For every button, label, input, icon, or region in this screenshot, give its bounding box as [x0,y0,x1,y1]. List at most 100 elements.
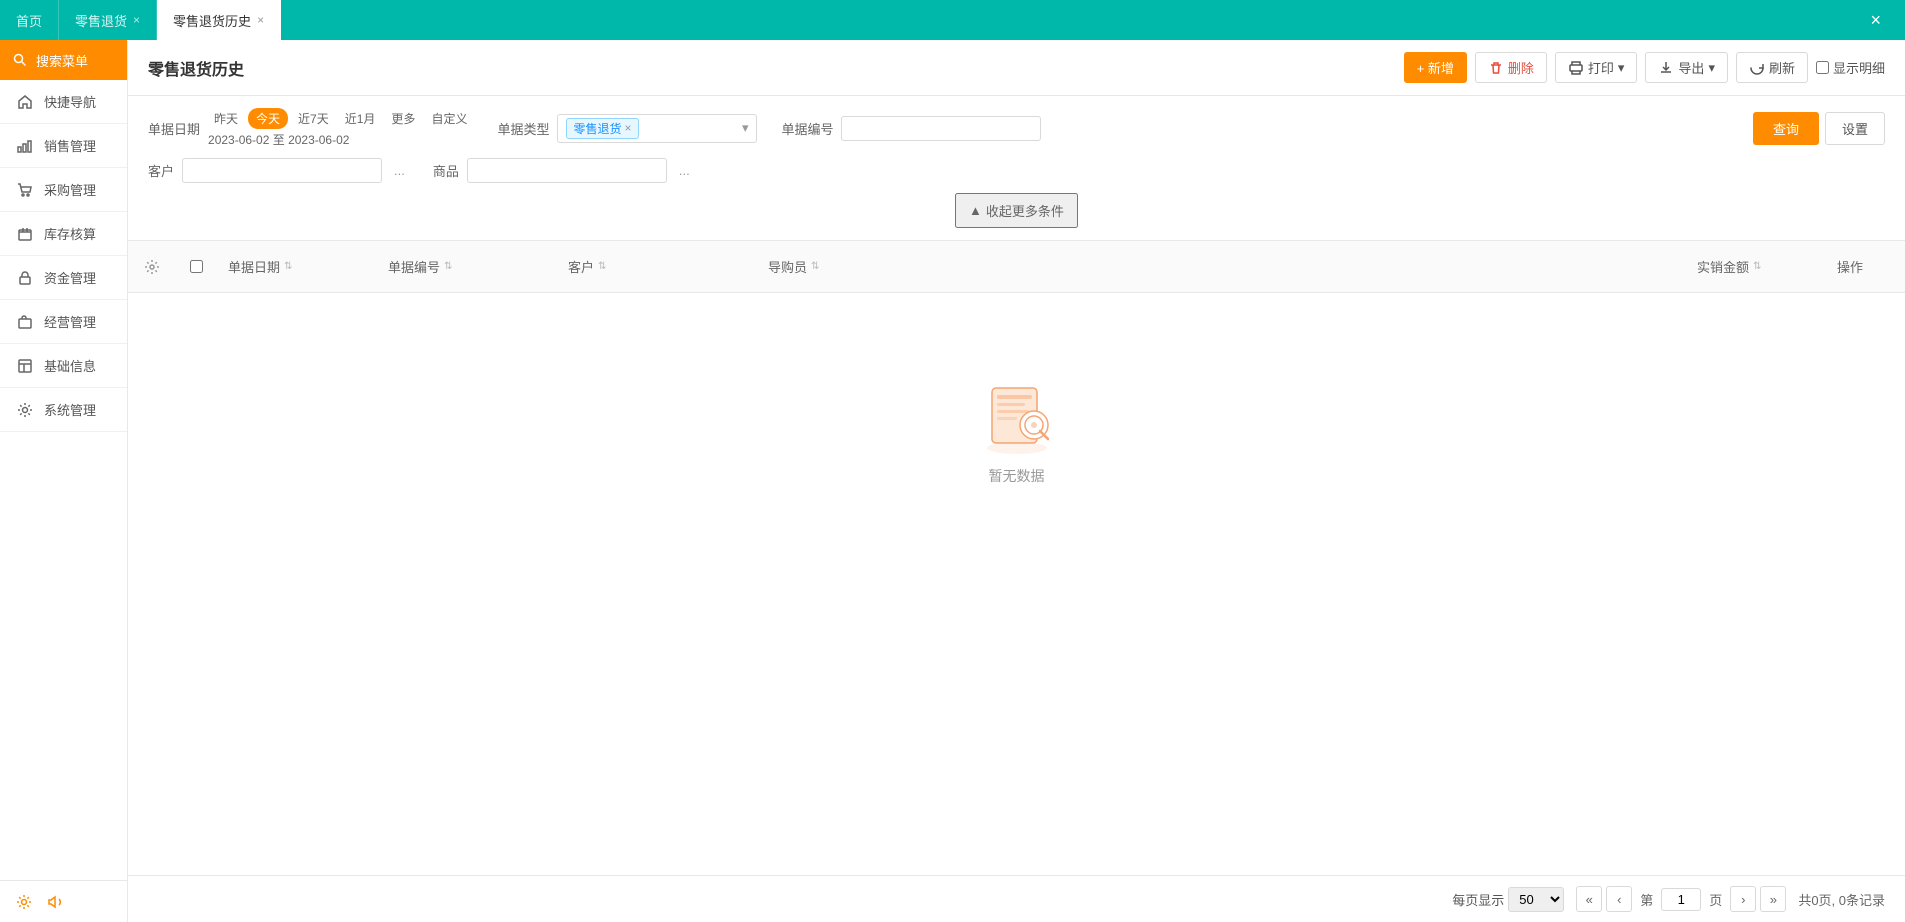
print-button[interactable]: 打印 ▾ [1555,52,1638,83]
th-action: 操作 [1825,249,1905,284]
date-filter-col: 昨天 今天 近7天 近1月 更多 自定义 2023-06-02 至 2023-0… [208,108,473,148]
th-date[interactable]: 单据日期 ⇅ [216,249,376,284]
bill-no-input[interactable] [841,116,1041,141]
tab-retail-return-history-close[interactable]: × [257,13,264,27]
filter-area: 单据日期 昨天 今天 近7天 近1月 更多 自定义 2023-06-02 至 2… [128,96,1905,241]
print-icon [1568,59,1584,76]
settings-filter-button[interactable]: 设置 [1825,112,1885,145]
tab-home[interactable]: 首页 [0,0,59,40]
tab-home-label: 首页 [16,11,42,30]
sidebar-item-sales[interactable]: 销售管理 [0,124,127,168]
empty-state: 暂无数据 [128,293,1905,566]
th-bill-no[interactable]: 单据编号 ⇅ [376,249,556,284]
select-all-checkbox[interactable] [190,260,203,273]
export-button[interactable]: 导出 ▾ [1645,52,1728,83]
next-page-button[interactable]: › [1730,886,1756,912]
filter-goods: 商品 ... [433,158,694,183]
last-page-button[interactable]: » [1760,886,1786,912]
sidebar-item-basic-info-label: 基础信息 [44,356,96,375]
date-btn-today[interactable]: 今天 [248,108,288,129]
tab-retail-return-close[interactable]: × [133,13,140,27]
sidebar-item-basic-info[interactable]: 基础信息 [0,344,127,388]
show-detail-checkbox[interactable]: 显示明细 [1816,58,1885,77]
bill-type-label: 单据类型 [497,119,549,138]
collapse-icon: ▲ [969,203,982,218]
goods-label: 商品 [433,161,459,180]
collapse-button[interactable]: ▲ 收起更多条件 [955,193,1078,228]
sidebar-bottom [0,880,127,922]
prev-page-button[interactable]: ‹ [1606,886,1632,912]
sidebar-item-operations-label: 经营管理 [44,312,96,331]
customer-input[interactable] [182,158,382,183]
table-header: 单据日期 ⇅ 单据编号 ⇅ 客户 ⇅ 导购员 ⇅ [128,241,1905,293]
sort-amount-icon: ⇅ [1753,261,1761,272]
sidebar-item-purchase[interactable]: 采购管理 [0,168,127,212]
sort-date-icon: ⇅ [284,261,292,272]
refresh-icon [1749,59,1765,76]
page-size-dropdown[interactable]: 10 20 50 100 [1508,887,1564,912]
date-range-display: 2023-06-02 至 2023-06-02 [208,131,473,148]
bill-type-tag: 零售退货 × [566,118,638,139]
sidebar-item-inventory-label: 库存核算 [44,224,96,243]
tab-retail-return-history-label: 零售退货历史 [173,11,251,30]
goods-picker-btn[interactable]: ... [675,161,694,180]
filter-bill-no: 单据编号 [781,116,1041,141]
print-dropdown-icon: ▾ [1618,60,1625,76]
th-amount[interactable]: 实销金额 ⇅ [1685,249,1825,284]
sidebar-item-quick-nav-label: 快捷导航 [44,92,96,111]
bill-date-label: 单据日期 [148,119,200,138]
sidebar-item-sales-label: 销售管理 [44,136,96,155]
sidebar-item-quick-nav[interactable]: 快捷导航 [0,80,127,124]
filter-row-1: 单据日期 昨天 今天 近7天 近1月 更多 自定义 2023-06-02 至 2… [148,108,1885,148]
total-info: 共0页, 0条记录 [1798,890,1885,909]
page-number-input[interactable] [1661,888,1701,911]
th-settings[interactable] [128,251,176,283]
first-page-button[interactable]: « [1576,886,1602,912]
bill-no-label: 单据编号 [781,119,833,138]
page-title: 零售退货历史 [148,56,244,80]
content-wrapper: 零售退货历史 + 新增 删除 打印 ▾ [128,40,1905,922]
sidebar-item-inventory[interactable]: 库存核算 [0,212,127,256]
window-close-button[interactable]: × [1862,10,1889,31]
date-shortcuts: 昨天 今天 近7天 近1月 更多 自定义 [208,108,473,129]
date-btn-yesterday[interactable]: 昨天 [208,108,244,129]
briefcase-icon [16,313,34,331]
date-btn-more[interactable]: 更多 [385,108,421,129]
sidebar-item-operations[interactable]: 经营管理 [0,300,127,344]
bill-type-tag-close[interactable]: × [624,121,631,135]
sidebar: 搜索菜单 快捷导航 销售管理 采购管理 [0,40,128,922]
query-button[interactable]: 查询 [1753,112,1819,145]
tab-list: 首页 零售退货 × 零售退货历史 × [0,0,1862,40]
sidebar-item-system[interactable]: 系统管理 [0,388,127,432]
sidebar-item-finance[interactable]: 资金管理 [0,256,127,300]
sidebar-search[interactable]: 搜索菜单 [0,40,127,80]
customer-picker-btn[interactable]: ... [390,161,409,180]
export-icon [1658,59,1674,76]
chart-icon [16,137,34,155]
bill-type-dropdown-icon: ▾ [742,120,749,136]
tab-retail-return-history[interactable]: 零售退货历史 × [157,0,281,40]
date-btn-1month[interactable]: 近1月 [339,108,382,129]
refresh-button[interactable]: 刷新 [1736,52,1808,83]
sort-customer-icon: ⇅ [598,261,606,272]
cart-icon [16,181,34,199]
date-btn-7days[interactable]: 近7天 [292,108,335,129]
volume-icon[interactable] [48,893,64,910]
th-customer[interactable]: 客户 ⇅ [556,249,756,284]
sort-guide-icon: ⇅ [811,261,819,272]
bill-type-select[interactable]: 零售退货 × ▾ [557,114,757,143]
goods-input[interactable] [467,158,667,183]
gear-icon[interactable] [16,893,32,910]
th-guide[interactable]: 导购员 ⇅ [756,249,916,284]
th-checkbox[interactable] [176,252,216,281]
show-detail-input[interactable] [1816,61,1829,74]
filter-row-2: 客户 ... 商品 ... [148,158,1885,183]
date-btn-custom[interactable]: 自定义 [425,108,473,129]
new-button[interactable]: + 新增 [1404,52,1467,83]
tab-retail-return[interactable]: 零售退货 × [59,0,157,40]
delete-button[interactable]: 删除 [1475,52,1547,83]
table-icon [16,357,34,375]
sidebar-item-finance-label: 资金管理 [44,268,96,287]
collapse-row: ▲ 收起更多条件 [148,193,1885,228]
page-size-select: 每页显示 10 20 50 100 [1452,887,1564,912]
